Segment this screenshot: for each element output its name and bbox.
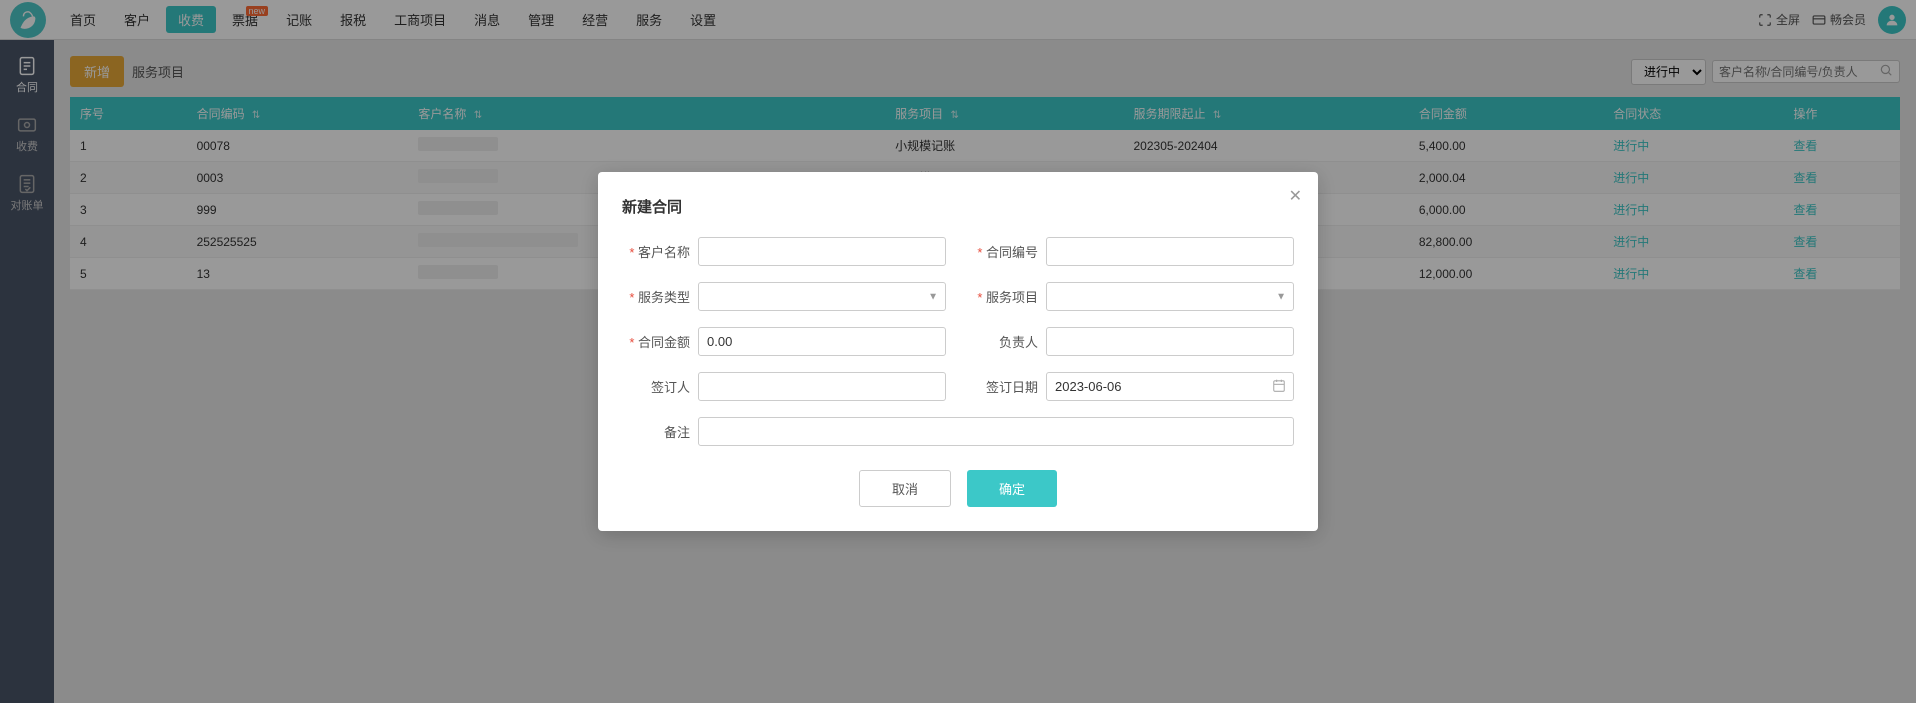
label-sign-date: 签订日期: [970, 377, 1038, 396]
label-contract-amount: 合同金额: [622, 332, 690, 351]
field-service-item: 服务项目: [970, 282, 1294, 311]
field-responsible-person: 负责人: [970, 327, 1294, 356]
modal-close-button[interactable]: ✕: [1289, 186, 1302, 206]
field-signer: 签订人: [622, 372, 946, 401]
field-service-type: 服务类型: [622, 282, 946, 311]
label-client-name: 客户名称: [622, 242, 690, 261]
form-row-5: 备注: [622, 417, 1294, 446]
input-signer[interactable]: [698, 372, 946, 401]
date-wrap-sign-date: [1046, 372, 1294, 401]
form-row-4: 签订人 签订日期: [622, 372, 1294, 401]
input-remark[interactable]: [698, 417, 1294, 446]
field-client-name: 客户名称: [622, 237, 946, 266]
label-service-type: 服务类型: [622, 287, 690, 306]
input-responsible-person[interactable]: [1046, 327, 1294, 356]
confirm-button[interactable]: 确定: [967, 470, 1057, 507]
new-contract-modal: ✕ 新建合同 客户名称 合同编号 服务类型: [598, 172, 1318, 531]
cancel-button[interactable]: 取消: [859, 470, 951, 507]
form-row-3: 合同金额 负责人: [622, 327, 1294, 356]
select-service-item[interactable]: [1046, 282, 1294, 311]
select-wrap-service-type: [698, 282, 946, 311]
form-row-1: 客户名称 合同编号: [622, 237, 1294, 266]
input-contract-no[interactable]: [1046, 237, 1294, 266]
select-wrap-service-item: [1046, 282, 1294, 311]
label-contract-no: 合同编号: [970, 242, 1038, 261]
label-signer: 签订人: [622, 377, 690, 396]
select-service-type[interactable]: [698, 282, 946, 311]
field-sign-date: 签订日期: [970, 372, 1294, 401]
form-row-2: 服务类型 服务项目: [622, 282, 1294, 311]
label-responsible-person: 负责人: [970, 332, 1038, 351]
calendar-icon[interactable]: [1272, 378, 1286, 395]
input-sign-date[interactable]: [1046, 372, 1294, 401]
modal-overlay[interactable]: ✕ 新建合同 客户名称 合同编号 服务类型: [0, 0, 1916, 703]
modal-title: 新建合同: [622, 196, 1294, 217]
field-remark: 备注: [622, 417, 1294, 446]
field-contract-amount: 合同金额: [622, 327, 946, 356]
label-service-item: 服务项目: [970, 287, 1038, 306]
input-client-name[interactable]: [698, 237, 946, 266]
modal-footer: 取消 确定: [622, 470, 1294, 507]
label-remark: 备注: [622, 422, 690, 441]
field-contract-no: 合同编号: [970, 237, 1294, 266]
input-contract-amount[interactable]: [698, 327, 946, 356]
